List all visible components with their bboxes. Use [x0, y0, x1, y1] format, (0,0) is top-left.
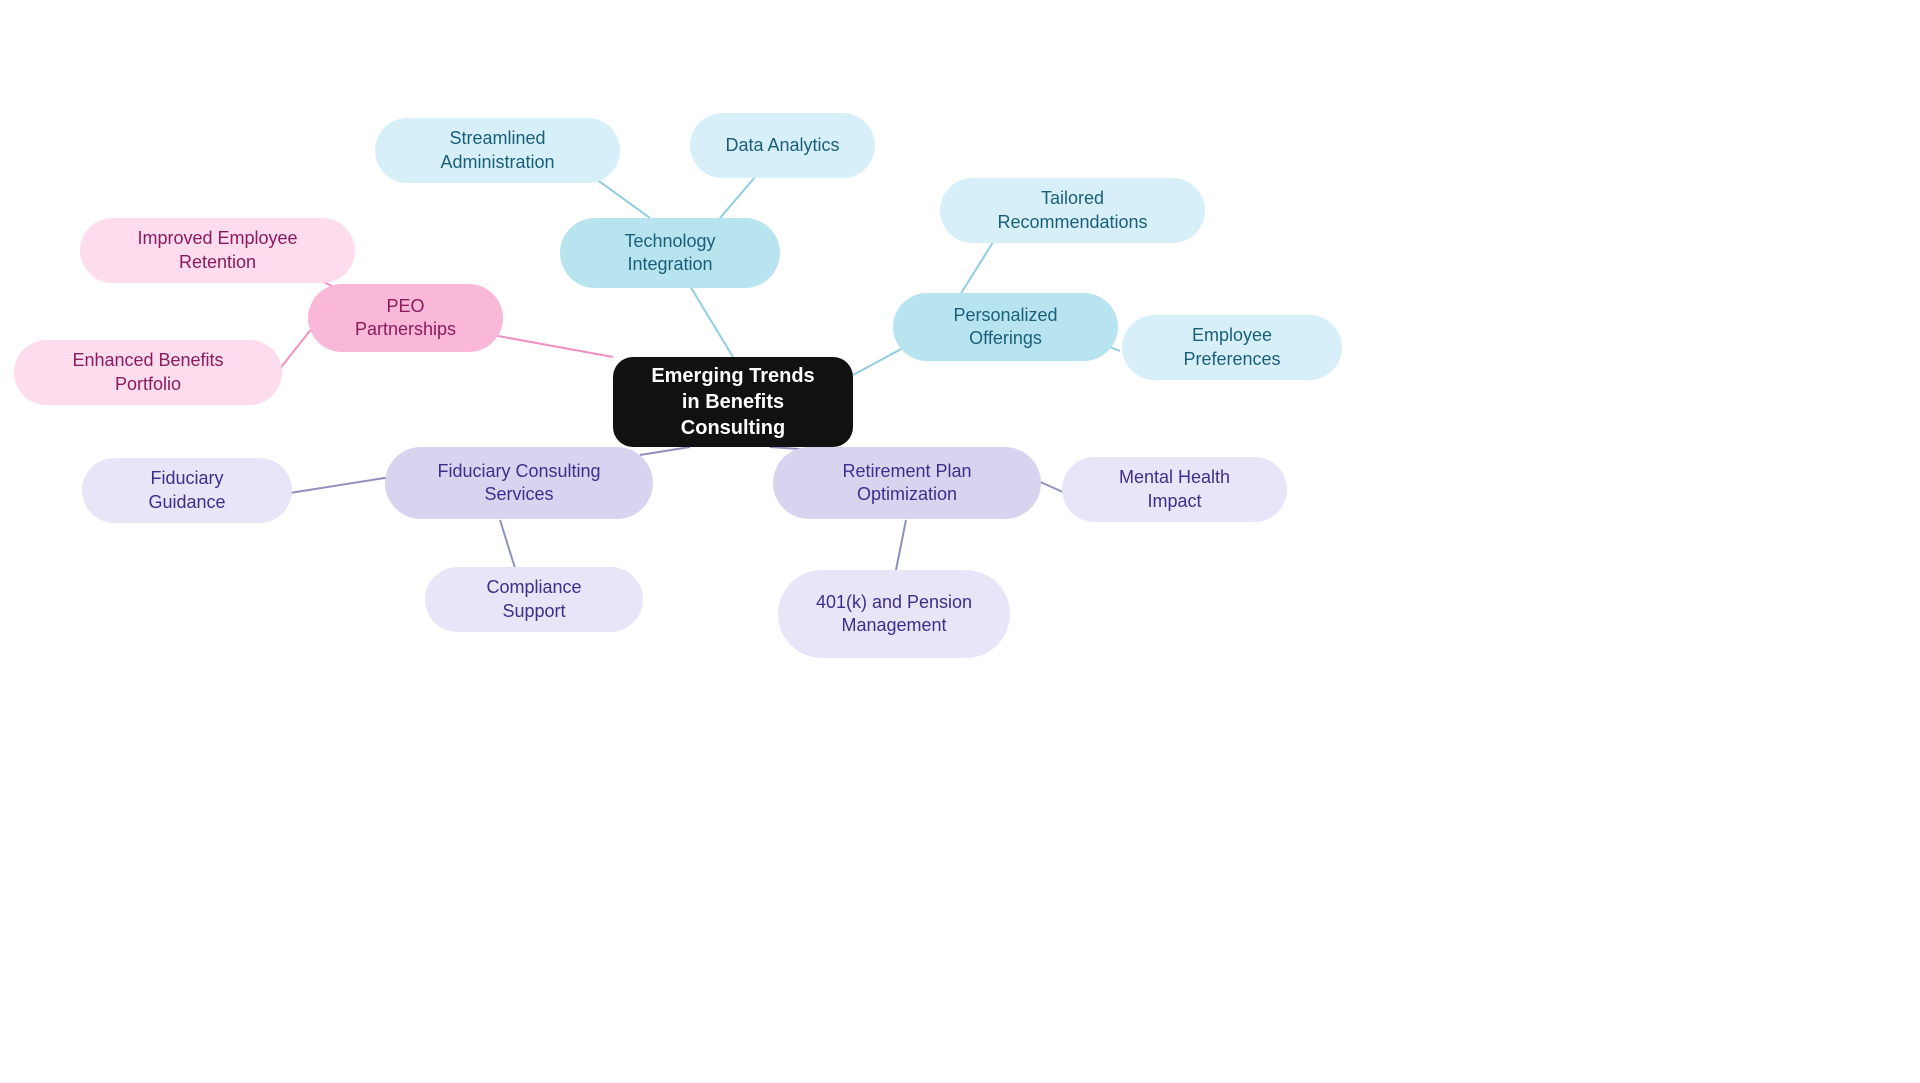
data-analytics-node: Data Analytics	[690, 113, 875, 178]
employee-preferences-node: Employee Preferences	[1122, 315, 1342, 380]
enhanced-benefits-portfolio-label: Enhanced Benefits Portfolio	[42, 349, 254, 396]
personalized-offerings-label: Personalized Offerings	[921, 304, 1090, 351]
mental-health-label: Mental Health Impact	[1090, 466, 1259, 513]
streamlined-administration-label: Streamlined Administration	[403, 127, 592, 174]
streamlined-administration-node: Streamlined Administration	[375, 118, 620, 183]
tailored-recommendations-label: Tailored Recommendations	[968, 187, 1177, 234]
employee-preferences-label: Employee Preferences	[1150, 324, 1314, 371]
data-analytics-label: Data Analytics	[725, 134, 839, 157]
center-node: Emerging Trends in Benefits Consulting	[613, 357, 853, 447]
peo-partnerships-label: PEO Partnerships	[336, 295, 475, 342]
retirement-plan-node: Retirement Plan Optimization	[773, 447, 1041, 519]
center-label: Emerging Trends in Benefits Consulting	[641, 363, 825, 441]
technology-integration-node: Technology Integration	[560, 218, 780, 288]
peo-partnerships-node: PEO Partnerships	[308, 284, 503, 352]
pension-management-node: 401(k) and Pension Management	[778, 570, 1010, 658]
compliance-support-label: Compliance Support	[453, 576, 615, 623]
mental-health-node: Mental Health Impact	[1062, 457, 1287, 522]
compliance-support-node: Compliance Support	[425, 567, 643, 632]
technology-integration-label: Technology Integration	[588, 230, 752, 277]
personalized-offerings-node: Personalized Offerings	[893, 293, 1118, 361]
enhanced-benefits-portfolio-node: Enhanced Benefits Portfolio	[14, 340, 282, 405]
fiduciary-guidance-node: Fiduciary Guidance	[82, 458, 292, 523]
pension-management-label: 401(k) and Pension Management	[806, 591, 982, 638]
improved-employee-retention-label: Improved Employee Retention	[108, 227, 327, 274]
improved-employee-retention-node: Improved Employee Retention	[80, 218, 355, 283]
fiduciary-guidance-label: Fiduciary Guidance	[110, 467, 264, 514]
fiduciary-consulting-node: Fiduciary Consulting Services	[385, 447, 653, 519]
tailored-recommendations-node: Tailored Recommendations	[940, 178, 1205, 243]
fiduciary-consulting-label: Fiduciary Consulting Services	[413, 460, 625, 507]
retirement-plan-label: Retirement Plan Optimization	[801, 460, 1013, 507]
